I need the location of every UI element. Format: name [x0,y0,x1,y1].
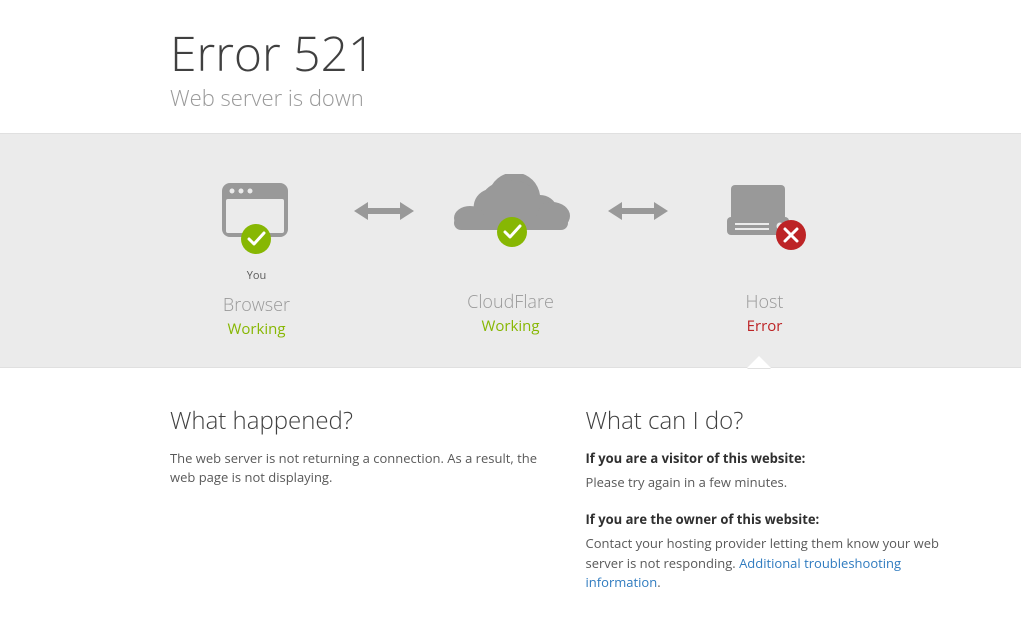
you-label: You [172,268,342,283]
visitor-heading: If you are a visitor of this website: [586,449,962,467]
error-title: Error 521 [170,28,1021,81]
what-happened-text: The web server is not returning a connec… [170,449,546,488]
status-band: You Browser Working [0,133,1021,368]
what-can-i-do-heading: What can I do? [586,404,962,437]
node-browser: You Browser Working [172,172,342,339]
visitor-text: Please try again in a few minutes. [586,473,962,493]
cloudflare-name: CloudFlare [426,290,596,314]
host-status: Error [680,316,850,336]
browser-icon [212,177,302,257]
server-icon [717,175,813,259]
owner-heading: If you are the owner of this website: [586,510,962,528]
owner-text: Contact your hosting provider letting th… [586,534,962,593]
arrow-icon [608,200,668,222]
cloudflare-status: Working [426,316,596,336]
browser-name: Browser [172,293,342,317]
cloud-icon [446,174,576,259]
what-happened-section: What happened? The web server is not ret… [170,404,546,593]
host-name: Host [680,290,850,314]
node-host: Host Error [680,172,850,336]
node-cloudflare: CloudFlare Working [426,172,596,336]
what-happened-heading: What happened? [170,404,546,437]
arrow-icon [354,200,414,222]
pointer-arrow [747,356,771,368]
browser-status: Working [172,319,342,339]
what-can-i-do-section: What can I do? If you are a visitor of t… [586,404,962,593]
error-subtitle: Web server is down [170,83,1021,113]
